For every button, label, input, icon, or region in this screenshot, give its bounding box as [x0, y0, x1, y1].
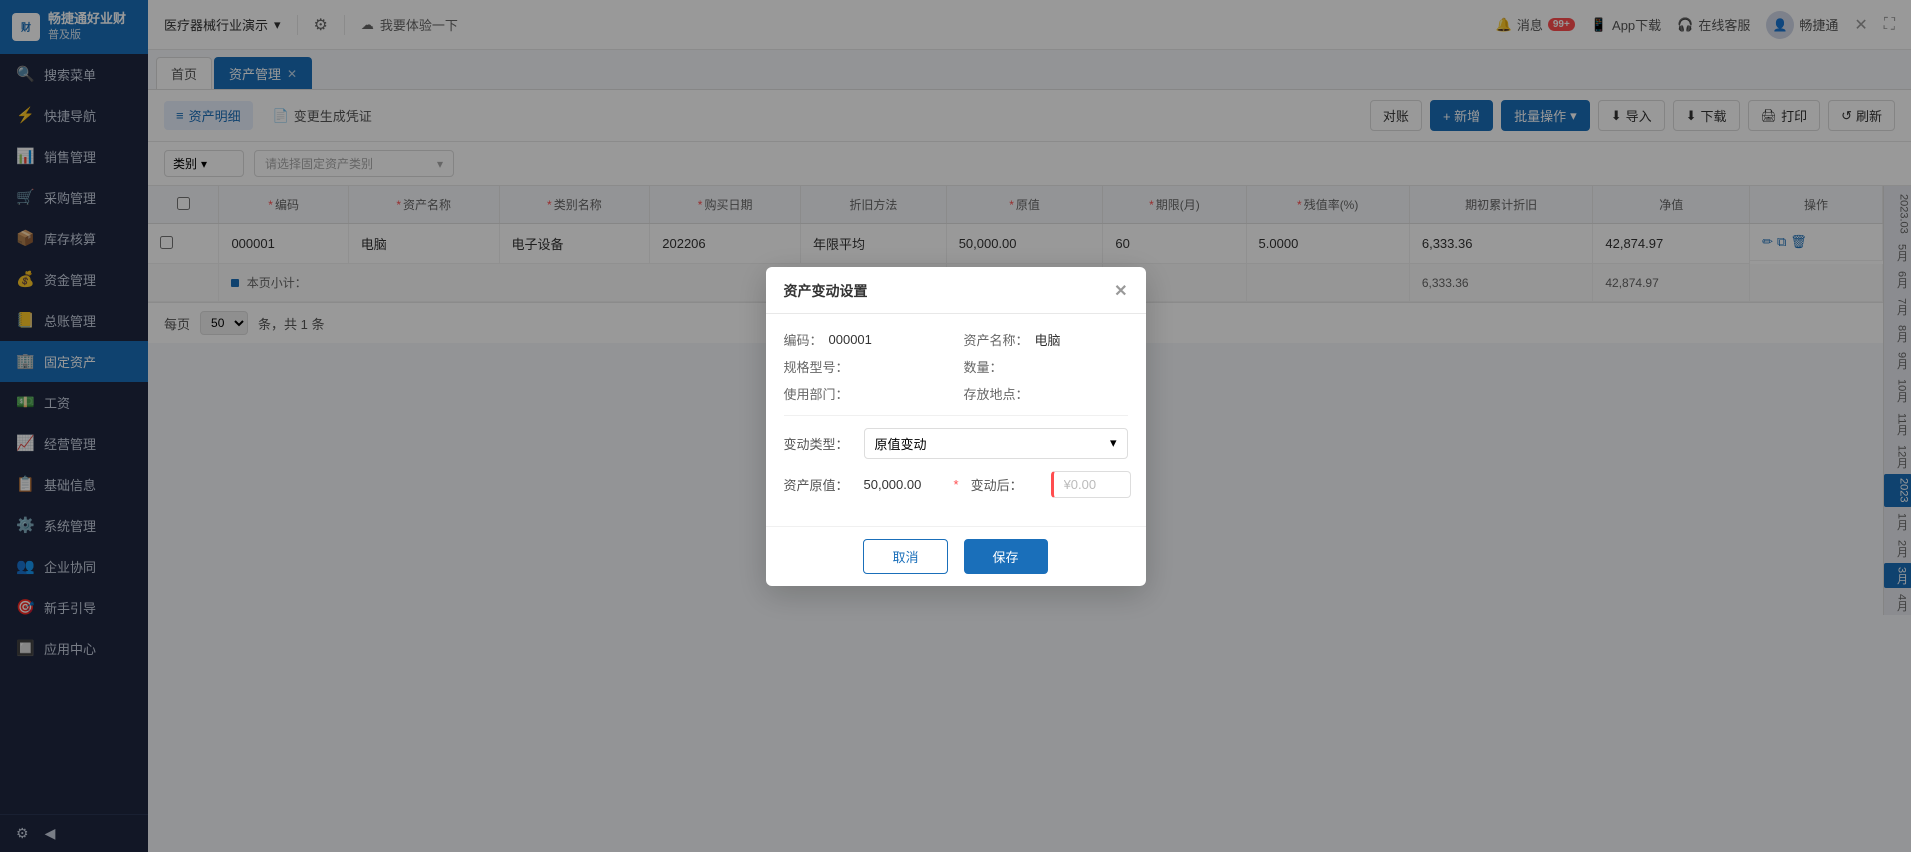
modal-close-btn[interactable]: ✕ [1114, 281, 1127, 301]
modal-info-grid: 编码： 000001 资产名称： 电脑 规格型号： 数量： 使用部门： [784, 330, 1128, 403]
modal-code-label: 编码： [784, 330, 823, 349]
modal-body: 编码： 000001 资产名称： 电脑 规格型号： 数量： 使用部门： [766, 314, 1146, 526]
modal-name-label: 资产名称： [964, 330, 1029, 349]
modal-location-label: 存放地点： [964, 384, 1029, 403]
modal-save-btn[interactable]: 保存 [964, 539, 1048, 574]
modal-change-type-label: 变动类型： [784, 434, 854, 453]
required-star: * [954, 477, 959, 492]
modal-code-value: 000001 [829, 332, 872, 347]
modal-quantity-label: 数量： [964, 357, 1003, 376]
modal-title: 资产变动设置 [784, 281, 868, 301]
modal-quantity-field: 数量： [964, 357, 1128, 376]
modal-footer: 取消 保存 [766, 526, 1146, 586]
modal-asset-original-label: 资产原值： [784, 475, 854, 494]
modal-name-field: 资产名称： 电脑 [964, 330, 1128, 349]
modal-cancel-btn[interactable]: 取消 [863, 539, 947, 574]
modal-dept-field: 使用部门： [784, 384, 948, 403]
modal-change-type-select[interactable]: 原值变动 ▾ [864, 428, 1128, 459]
modal-after-change-input[interactable] [1051, 471, 1131, 498]
modal-after-change-label: 变动后： [971, 475, 1041, 494]
asset-change-modal: 资产变动设置 ✕ 编码： 000001 资产名称： 电脑 规格型号： 数量： [766, 267, 1146, 586]
modal-location-field: 存放地点： [964, 384, 1128, 403]
modal-dept-label: 使用部门： [784, 384, 849, 403]
modal-header: 资产变动设置 ✕ [766, 267, 1146, 314]
modal-asset-value-field: 资产原值： 50,000.00 * 变动后： [784, 471, 1128, 498]
modal-overlay[interactable]: 资产变动设置 ✕ 编码： 000001 资产名称： 电脑 规格型号： 数量： [0, 0, 1911, 852]
modal-change-type-field: 变动类型： 原值变动 ▾ [784, 428, 1128, 459]
modal-spec-field: 规格型号： [784, 357, 948, 376]
modal-asset-original-value: 50,000.00 [864, 477, 944, 492]
modal-code-field: 编码： 000001 [784, 330, 948, 349]
change-type-value: 原值变动 [875, 434, 927, 453]
change-type-dropdown-icon: ▾ [1110, 435, 1117, 451]
modal-name-value: 电脑 [1035, 330, 1061, 349]
modal-spec-label: 规格型号： [784, 357, 849, 376]
modal-divider [784, 415, 1128, 416]
